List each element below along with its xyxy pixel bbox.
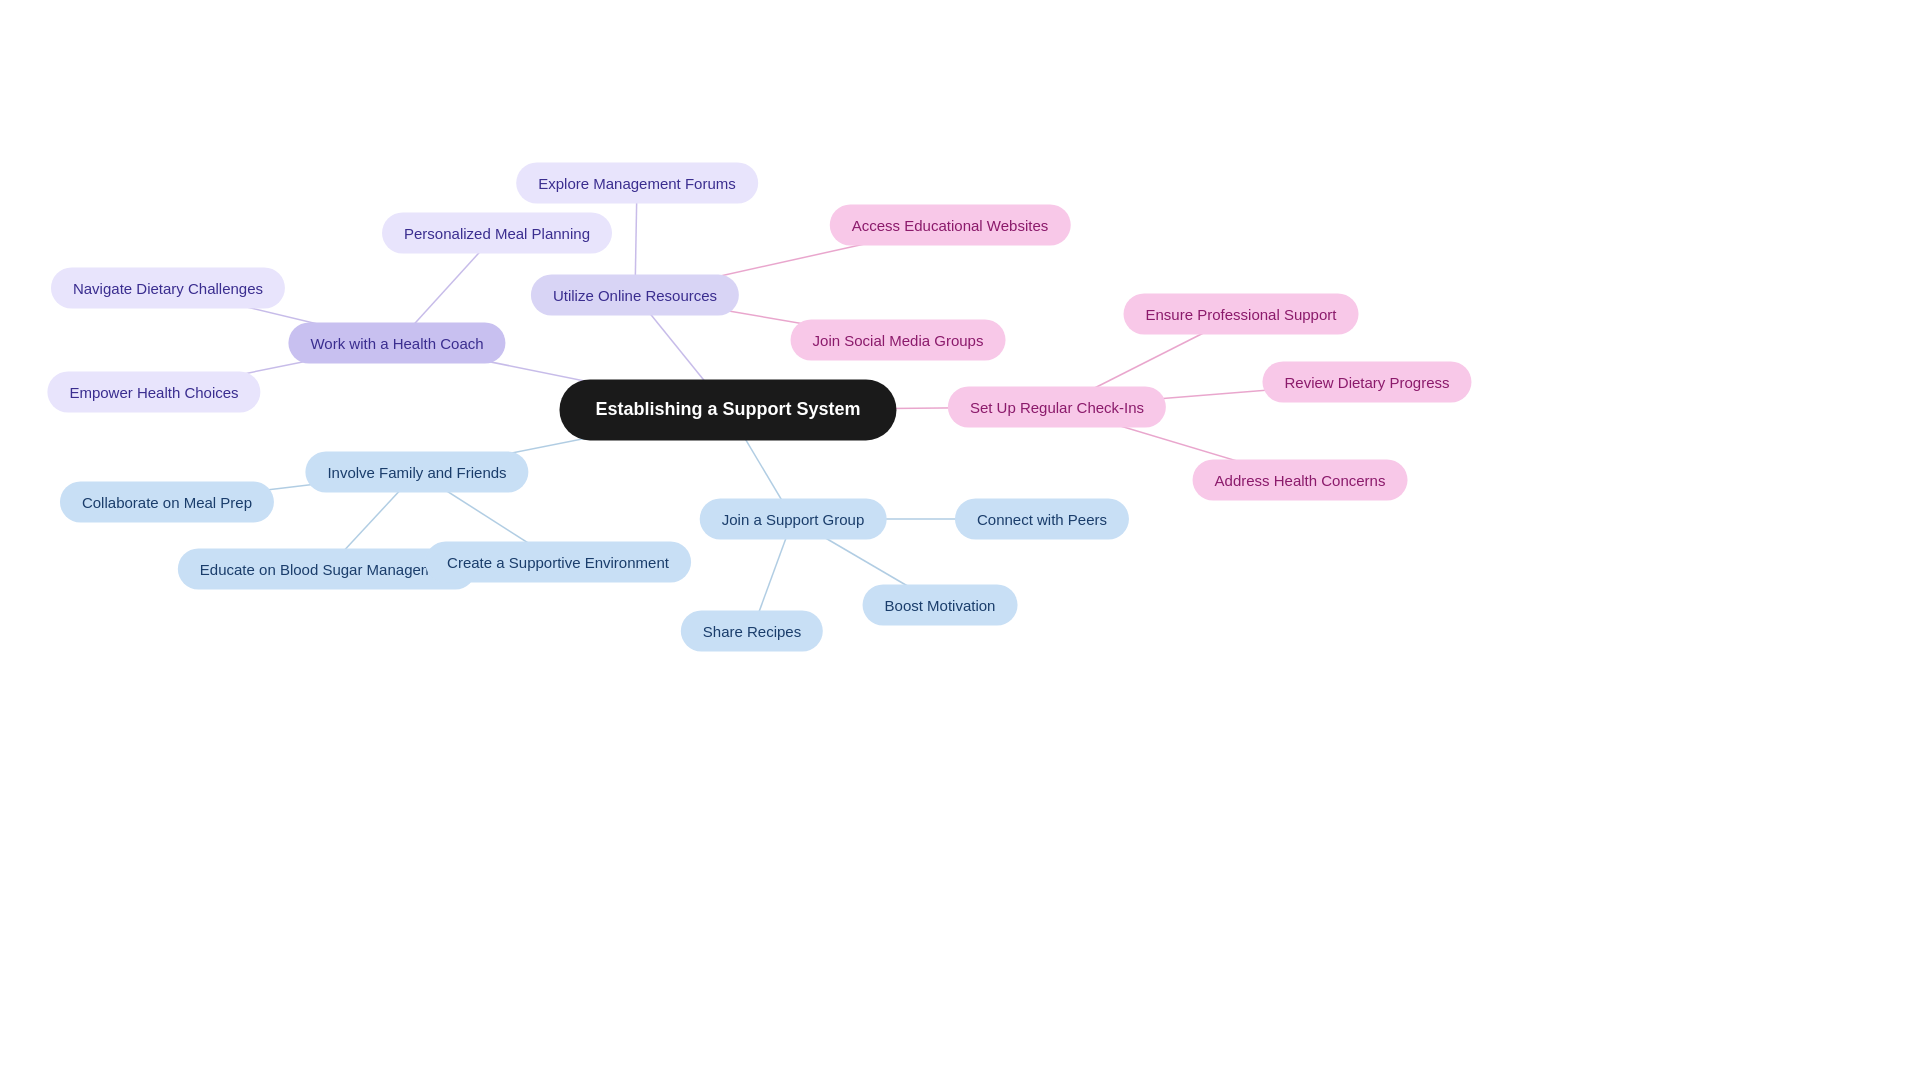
node-boost-motivation[interactable]: Boost Motivation	[863, 585, 1018, 626]
node-connect-peers[interactable]: Connect with Peers	[955, 499, 1129, 540]
node-utilize-online[interactable]: Utilize Online Resources	[531, 275, 739, 316]
node-collaborate-meal[interactable]: Collaborate on Meal Prep	[60, 482, 274, 523]
connections-svg	[0, 0, 1920, 1083]
node-join-social[interactable]: Join Social Media Groups	[791, 320, 1006, 361]
mindmap-container: Establishing a Support System Utilize Onl…	[0, 0, 1920, 1083]
node-navigate-dietary[interactable]: Navigate Dietary Challenges	[51, 268, 285, 309]
node-ensure-support[interactable]: Ensure Professional Support	[1124, 294, 1359, 335]
node-personalized-meal[interactable]: Personalized Meal Planning	[382, 213, 612, 254]
node-join-support-group[interactable]: Join a Support Group	[700, 499, 887, 540]
node-review-dietary[interactable]: Review Dietary Progress	[1262, 362, 1471, 403]
node-work-coach[interactable]: Work with a Health Coach	[288, 323, 505, 364]
node-address-health[interactable]: Address Health Concerns	[1193, 460, 1408, 501]
node-access-websites[interactable]: Access Educational Websites	[830, 205, 1071, 246]
node-involve-family[interactable]: Involve Family and Friends	[305, 452, 528, 493]
node-create-supportive[interactable]: Create a Supportive Environment	[425, 542, 691, 583]
node-center[interactable]: Establishing a Support System	[559, 379, 896, 440]
node-share-recipes[interactable]: Share Recipes	[681, 611, 823, 652]
node-empower-health[interactable]: Empower Health Choices	[47, 372, 260, 413]
node-set-checkins[interactable]: Set Up Regular Check-Ins	[948, 387, 1166, 428]
node-explore-forums[interactable]: Explore Management Forums	[516, 163, 758, 204]
